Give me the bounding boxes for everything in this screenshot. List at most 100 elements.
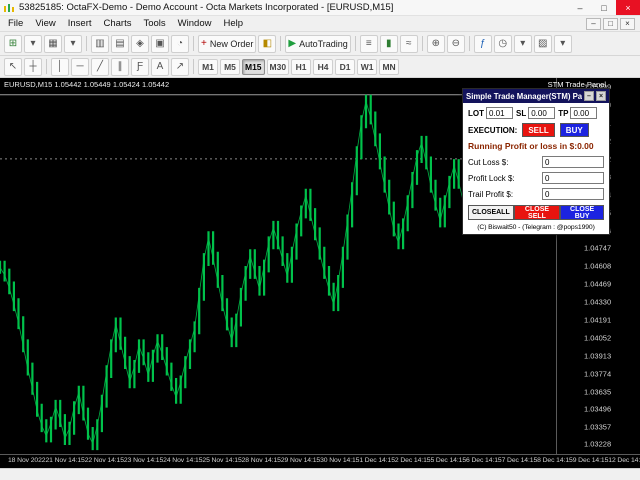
- menu-charts[interactable]: Charts: [98, 18, 138, 29]
- time-axis[interactable]: 18 Nov 2022 21 Nov 14:15 22 Nov 14:15 23 No…: [0, 454, 640, 468]
- equidistant-channel-button[interactable]: ∥: [111, 57, 129, 76]
- text-label-button[interactable]: A: [151, 57, 169, 76]
- time-tick: 21 Nov 14:15: [45, 457, 85, 464]
- execution-row: EXECUTION: SELL BUY: [468, 123, 604, 137]
- menu-items: File View Insert Charts Tools Window Help: [2, 18, 249, 29]
- menu-tools[interactable]: Tools: [137, 18, 171, 29]
- chart-region: EURUSD,M15 1.05442 1.05449 1.05424 1.054…: [0, 78, 640, 468]
- crosshair-button[interactable]: ┼: [24, 57, 42, 76]
- zoom-in-icon: ⊕: [431, 37, 440, 49]
- closeall-button[interactable]: CLOSEALL: [468, 205, 514, 220]
- templates-button[interactable]: ▨: [533, 34, 552, 53]
- cut-loss-input[interactable]: [542, 156, 604, 168]
- metaeditor-button[interactable]: ◧: [258, 34, 277, 53]
- new-chart-icon: ⊞: [8, 37, 18, 49]
- tp-input[interactable]: [570, 107, 598, 119]
- menu-help[interactable]: Help: [217, 18, 249, 29]
- chart-line-button[interactable]: ≈: [399, 34, 418, 53]
- menu-insert[interactable]: Insert: [62, 18, 98, 29]
- periods-button[interactable]: ◷: [493, 34, 512, 53]
- time-tick: 1 Dec 14:15: [359, 457, 395, 464]
- equidistant-channel-icon: ∥: [117, 60, 123, 72]
- timeframe-m30-button[interactable]: M30: [266, 58, 290, 75]
- mt4-logo-icon: [4, 3, 14, 12]
- buy-button[interactable]: BUY: [559, 123, 589, 137]
- time-tick: 22 Nov 14:15: [84, 457, 124, 464]
- time-tick: 7 Dec 14:15: [501, 457, 538, 464]
- arrow-objects-icon: ↗: [175, 60, 185, 72]
- close-button[interactable]: ×: [616, 0, 640, 15]
- profiles-button[interactable]: ▦: [44, 34, 62, 53]
- maximize-button[interactable]: □: [592, 0, 616, 15]
- menu-file[interactable]: File: [2, 18, 29, 29]
- lot-label: LOT: [468, 108, 484, 118]
- stm-panel-titlebar[interactable]: Simple Trade Manager(STM) Panel – ×: [463, 89, 609, 103]
- navigator-button[interactable]: ◈: [131, 34, 149, 53]
- time-tick: 2 Dec 14:15: [394, 457, 431, 464]
- indicators-button[interactable]: ƒ: [473, 34, 492, 53]
- chart-bars-icon: ≡: [365, 37, 372, 49]
- time-tick: 23 Nov 14:15: [123, 457, 164, 464]
- stm-minimize-button[interactable]: –: [584, 91, 594, 101]
- profit-lock-row: Profit Lock $:: [468, 172, 604, 184]
- chart-bars-button[interactable]: ≡: [359, 34, 378, 53]
- close-sell-button[interactable]: CLOSE SELL: [513, 205, 561, 220]
- templates-dropdown-button[interactable]: ▾: [553, 34, 572, 53]
- minimize-button[interactable]: –: [568, 0, 592, 15]
- sl-input[interactable]: [528, 107, 556, 119]
- market-watch-button[interactable]: ▥: [91, 34, 109, 53]
- horizontal-line-button[interactable]: ─: [71, 57, 89, 76]
- trendline-button[interactable]: ╱: [91, 57, 109, 76]
- toolbar-separator: [86, 36, 87, 51]
- chart-candles-button[interactable]: ▮: [379, 34, 398, 53]
- trail-profit-input[interactable]: [542, 188, 604, 200]
- drawing-toolbar: ↖ ┼ │ ─ ╱ ∥ Ƒ A ↗ M1 M5 M15 M30 H1 H4 D1 W1 MN: [0, 56, 640, 78]
- profiles-dropdown-button[interactable]: ▾: [64, 34, 82, 53]
- window-controls: – □ ×: [568, 0, 640, 15]
- cursor-button[interactable]: ↖: [4, 57, 22, 76]
- chart-minimize-button[interactable]: –: [586, 17, 601, 30]
- price-tick: 1.03496: [584, 404, 612, 414]
- lot-input[interactable]: [486, 107, 513, 119]
- terminal-button[interactable]: ▣: [151, 34, 169, 53]
- timeframe-m5-button[interactable]: M5: [220, 58, 240, 75]
- data-window-button[interactable]: ▤: [111, 34, 129, 53]
- menu-window[interactable]: Window: [172, 18, 218, 29]
- arrow-objects-button[interactable]: ↗: [171, 57, 189, 76]
- zoom-in-button[interactable]: ⊕: [426, 34, 445, 53]
- sell-button[interactable]: SELL: [522, 123, 555, 137]
- autotrading-label: AutoTrading: [299, 38, 348, 49]
- price-tick: 1.04608: [584, 261, 612, 271]
- chart-close-button[interactable]: ×: [620, 17, 635, 30]
- timeframe-mn-button[interactable]: MN: [379, 58, 400, 75]
- timeframe-m1-button[interactable]: M1: [198, 58, 218, 75]
- profit-lock-input[interactable]: [542, 172, 604, 184]
- zoom-out-button[interactable]: ⊖: [446, 34, 465, 53]
- strategy-tester-button[interactable]: ◔: [171, 34, 189, 53]
- time-tick: 6 Dec 14:15: [466, 457, 502, 464]
- fibonacci-retracement-button[interactable]: Ƒ: [131, 57, 149, 76]
- stm-close-button[interactable]: ×: [596, 91, 606, 101]
- terminal-icon: ▣: [155, 37, 165, 49]
- close-buy-button[interactable]: CLOSE BUY: [560, 205, 604, 220]
- price-tick: 1.04330: [584, 297, 612, 307]
- timeframe-w1-button[interactable]: W1: [357, 58, 378, 75]
- timeframe-h4-button[interactable]: H4: [313, 58, 334, 75]
- timeframe-d1-button[interactable]: D1: [335, 58, 356, 75]
- menu-view[interactable]: View: [29, 18, 61, 29]
- indicators-icon: ƒ: [479, 37, 486, 49]
- vertical-line-button[interactable]: │: [51, 57, 69, 76]
- autotrading-button[interactable]: ▶ AutoTrading: [285, 34, 351, 53]
- chart-restore-button[interactable]: □: [603, 17, 618, 30]
- timeframe-h1-button[interactable]: H1: [291, 58, 312, 75]
- new-chart-button[interactable]: ⊞: [4, 34, 22, 53]
- trail-profit-label: Trail Profit $:: [468, 189, 514, 199]
- templates-icon: ▨: [538, 37, 548, 49]
- timeframe-m15-button[interactable]: M15: [242, 58, 265, 75]
- new-order-button[interactable]: + New Order: [198, 34, 257, 53]
- new-order-label: New Order: [209, 38, 254, 49]
- stm-panel: Simple Trade Manager(STM) Panel – × LOT …: [462, 88, 610, 235]
- periods-dropdown-button[interactable]: ▾: [513, 34, 532, 53]
- timeframes-group: M1 M5 M15 M30 H1 H4 D1 W1 MN: [197, 58, 400, 75]
- new-chart-dropdown-button[interactable]: ▾: [24, 34, 42, 53]
